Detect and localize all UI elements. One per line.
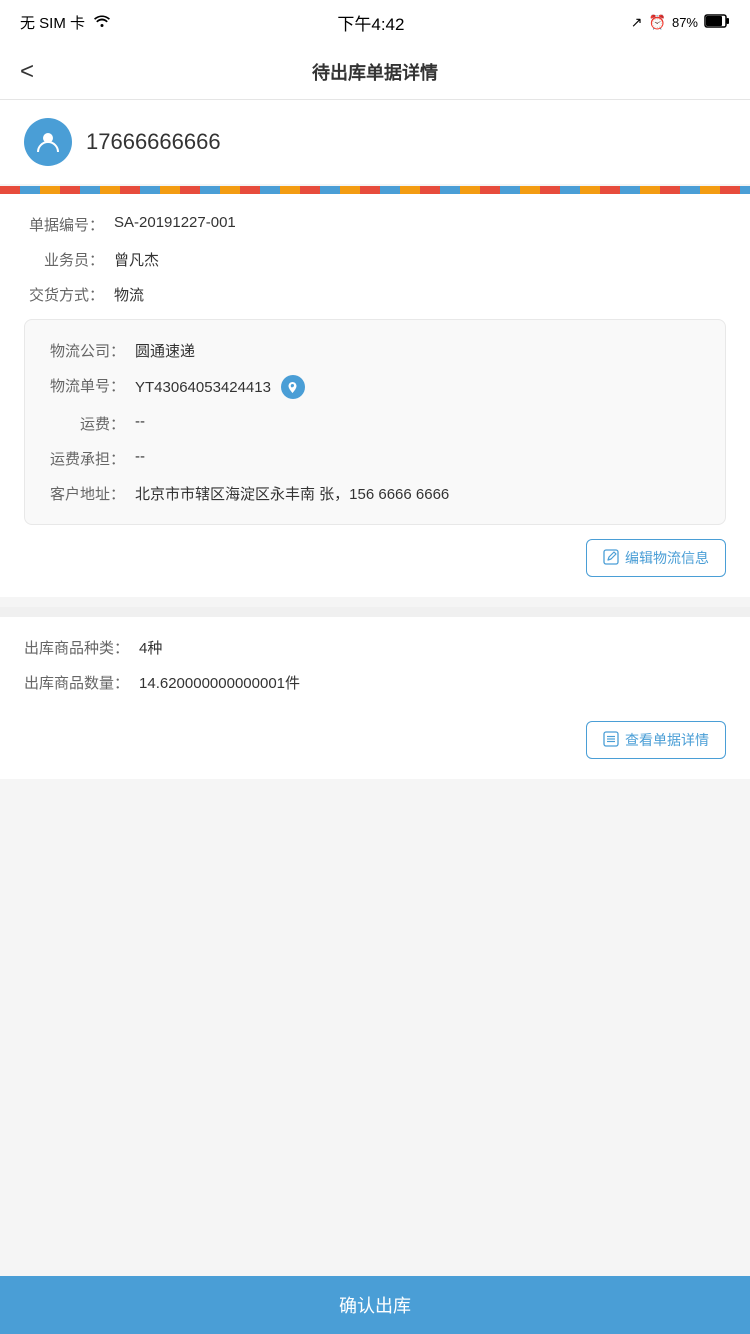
delivery-method-label: 交货方式： (24, 284, 104, 305)
list-icon (603, 731, 619, 750)
bottom-spacer (0, 779, 750, 859)
edit-logistics-label: 编辑物流信息 (625, 548, 709, 568)
avatar (24, 118, 72, 166)
status-bar-left: 无 SIM 卡 (20, 12, 111, 33)
alarm-icon: ⏰ (649, 14, 666, 31)
status-bar-right: ↗ ⏰ 87% (631, 14, 730, 31)
delivery-method-value: 物流 (114, 284, 726, 305)
tracking-no-label: 物流单号： (45, 375, 125, 396)
tracking-no-value: YT43064053424413 (135, 375, 705, 399)
freight-bearer-label: 运费承担： (45, 448, 125, 469)
product-types-label: 出库商品种类： (24, 637, 129, 658)
tracking-no-row: 物流单号： YT43064053424413 (45, 375, 705, 399)
order-no-row: 单据编号： SA-20191227-001 (24, 214, 726, 235)
address-value: 北京市市辖区海淀区永丰南 张，156 6666 6666 (135, 483, 705, 504)
edit-logistics-button[interactable]: 编辑物流信息 (586, 539, 726, 577)
dashed-separator (0, 186, 750, 194)
battery-label: 87% (672, 15, 698, 30)
logistics-company-label: 物流公司： (45, 340, 125, 361)
sales-person-value: 曾凡杰 (114, 249, 726, 270)
product-qty-value: 14.620000000000001件 (139, 672, 300, 693)
user-phone: 17666666666 (86, 129, 221, 155)
logistics-company-value: 圆通速递 (135, 340, 705, 361)
view-detail-label: 查看单据详情 (625, 730, 709, 750)
logistics-company-row: 物流公司： 圆通速递 (45, 340, 705, 361)
edit-icon (603, 549, 619, 568)
order-info-section: 单据编号： SA-20191227-001 业务员： 曾凡杰 交货方式： 物流 … (0, 194, 750, 597)
freight-row: 运费： -- (45, 413, 705, 434)
sales-person-row: 业务员： 曾凡杰 (24, 249, 726, 270)
edit-btn-container: 编辑物流信息 (24, 525, 726, 577)
sales-person-label: 业务员： (24, 249, 104, 270)
carrier-label: 无 SIM 卡 (20, 12, 85, 33)
tracking-number-text: YT43064053424413 (135, 379, 271, 396)
order-no-value: SA-20191227-001 (114, 214, 726, 231)
confirm-outbound-button[interactable]: 确认出库 (339, 1292, 411, 1318)
status-bar-time: 下午4:42 (337, 10, 404, 35)
logistics-card: 物流公司： 圆通速递 物流单号： YT43064053424413 运费： --… (24, 319, 726, 525)
product-qty-row: 出库商品数量： 14.620000000000001件 (24, 672, 726, 693)
freight-bearer-value: -- (135, 448, 705, 465)
confirm-btn-container: 确认出库 (0, 1276, 750, 1334)
freight-bearer-row: 运费承担： -- (45, 448, 705, 469)
status-bar: 无 SIM 卡 下午4:42 ↗ ⏰ 87% (0, 0, 750, 44)
view-btn-container: 查看单据详情 (24, 707, 726, 759)
battery-icon (704, 14, 730, 31)
freight-label: 运费： (45, 413, 125, 434)
wifi-icon (93, 13, 111, 31)
back-button[interactable]: < (20, 58, 34, 86)
section-divider (0, 607, 750, 617)
user-card: 17666666666 (0, 100, 750, 184)
page-title: 待出库单据详情 (312, 59, 438, 85)
freight-value: -- (135, 413, 705, 430)
product-types-row: 出库商品种类： 4种 (24, 637, 726, 658)
address-row: 客户地址： 北京市市辖区海淀区永丰南 张，156 6666 6666 (45, 483, 705, 504)
location-pin-icon[interactable] (281, 375, 305, 399)
outbound-section: 出库商品种类： 4种 出库商品数量： 14.620000000000001件 查… (0, 617, 750, 779)
delivery-method-row: 交货方式： 物流 (24, 284, 726, 305)
order-no-label: 单据编号： (24, 214, 104, 235)
address-label: 客户地址： (45, 483, 125, 504)
product-types-value: 4种 (139, 637, 162, 658)
nav-bar: < 待出库单据详情 (0, 44, 750, 100)
product-qty-label: 出库商品数量： (24, 672, 129, 693)
view-detail-button[interactable]: 查看单据详情 (586, 721, 726, 759)
location-icon: ↗ (631, 14, 643, 31)
